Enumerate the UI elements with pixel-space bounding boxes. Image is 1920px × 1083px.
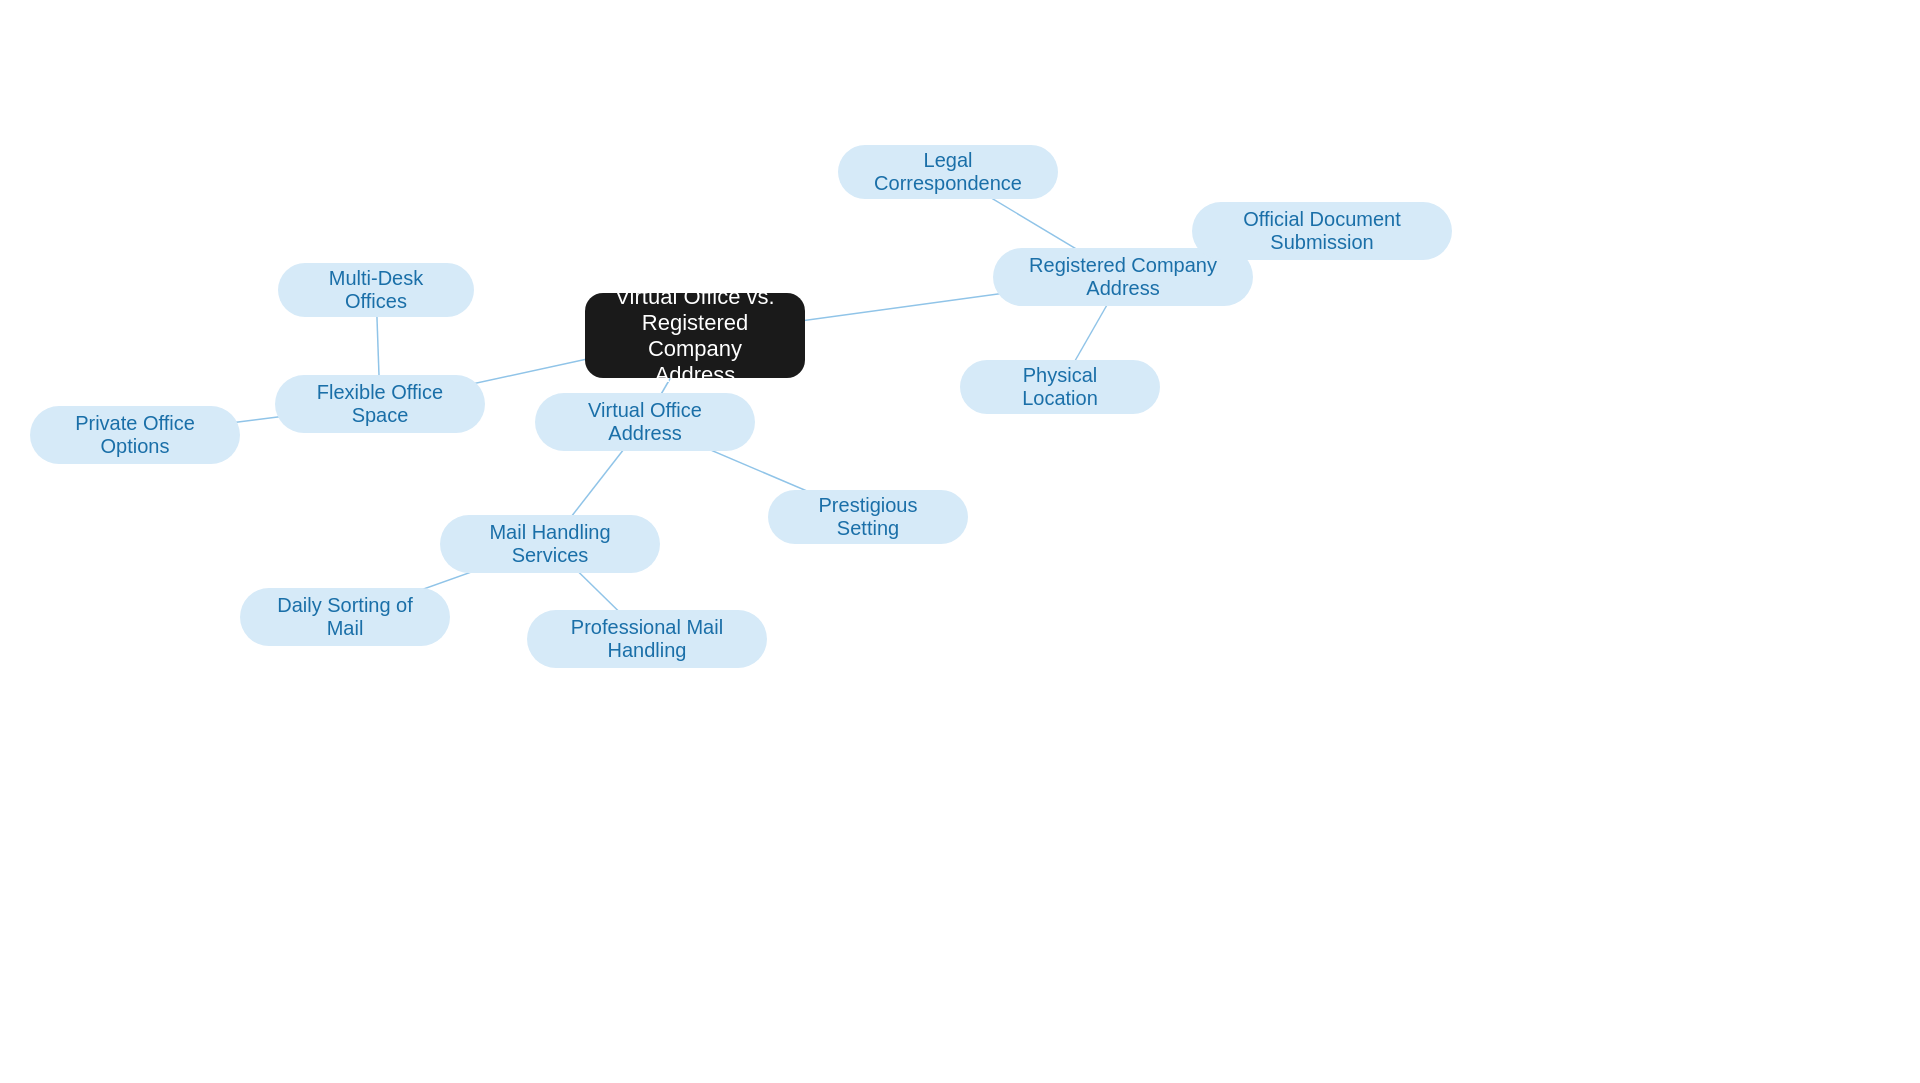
svg-line-4 xyxy=(645,336,695,423)
svg-line-1 xyxy=(948,172,1123,277)
svg-line-10 xyxy=(376,290,380,404)
svg-line-11 xyxy=(135,404,380,435)
svg-line-0 xyxy=(695,277,1123,336)
svg-line-8 xyxy=(550,544,647,639)
svg-line-5 xyxy=(645,422,868,517)
mindmap-svg xyxy=(0,0,1920,1083)
svg-line-9 xyxy=(380,336,695,405)
svg-line-2 xyxy=(1123,231,1322,277)
svg-line-6 xyxy=(550,422,645,544)
svg-line-3 xyxy=(1060,277,1123,387)
svg-line-7 xyxy=(345,544,550,617)
